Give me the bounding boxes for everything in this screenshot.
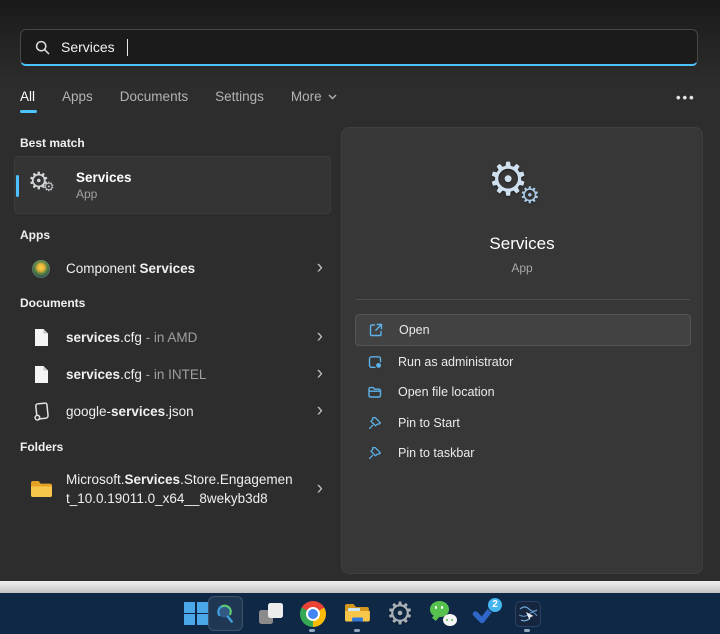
start-button[interactable] [182, 596, 210, 631]
desktop-strip [0, 581, 720, 593]
task-view-icon [259, 603, 283, 625]
section-apps: Apps [20, 228, 50, 242]
tab-settings[interactable]: Settings [215, 89, 264, 104]
selection-accent-bar [16, 175, 19, 197]
preview-pane: ⚙⚙ Services App Open Run as administrato… [341, 127, 703, 574]
best-match-subtitle: App [76, 187, 132, 201]
whiteboard-app-button[interactable] [514, 596, 541, 631]
chevron-right-icon[interactable]: › [317, 327, 323, 348]
tab-documents[interactable]: Documents [120, 89, 188, 104]
chevron-down-icon [328, 94, 337, 100]
running-indicator [309, 629, 315, 632]
open-icon [368, 322, 384, 338]
search-taskbar-icon [214, 602, 238, 626]
action-open-file-location[interactable]: Open file location [355, 377, 691, 407]
pin-icon [367, 445, 383, 461]
action-run-as-administrator[interactable]: Run as administrator [355, 347, 691, 377]
section-folders: Folders [20, 440, 63, 454]
running-indicator [524, 629, 530, 632]
file-explorer-button[interactable] [343, 596, 371, 631]
text-caret [127, 39, 129, 56]
search-query-text: Services [61, 39, 115, 55]
preview-title: Services [342, 234, 702, 254]
services-gears-icon: ⚙⚙ [28, 170, 62, 200]
folder-open-icon [367, 384, 383, 400]
result-services-cfg-amd[interactable]: services.cfg - in AMD › [14, 319, 331, 356]
tab-apps[interactable]: Apps [62, 89, 93, 104]
settings-gear-icon: ⚙ [386, 598, 414, 629]
document-icon [28, 328, 54, 347]
tab-all[interactable]: All [20, 89, 35, 104]
chevron-right-icon[interactable]: › [317, 479, 323, 500]
component-services-icon [28, 260, 54, 278]
taskbar: ⚙ 2 [0, 593, 720, 634]
folder-icon [28, 480, 54, 498]
document-icon [28, 365, 54, 384]
action-open[interactable]: Open [355, 314, 691, 346]
file-explorer-icon [344, 603, 371, 625]
action-pin-to-taskbar[interactable]: Pin to taskbar [355, 438, 691, 468]
divider [356, 299, 690, 300]
wechat-button[interactable] [429, 596, 457, 631]
context-actions: Open Run as administrator Open file loca… [355, 314, 691, 469]
search-taskbar-button[interactable] [208, 596, 243, 631]
result-folder-microsoft-services-store[interactable]: Microsoft.Services.Store.Engagement_10.0… [14, 460, 331, 518]
chevron-right-icon[interactable]: › [317, 364, 323, 385]
task-view-button[interactable] [257, 596, 285, 631]
notification-badge: 2 [487, 597, 503, 613]
tab-more[interactable]: More [291, 89, 337, 104]
json-scroll-icon [28, 401, 54, 422]
chevron-right-icon[interactable]: › [317, 401, 323, 422]
result-google-services-json[interactable]: google-services.json › [14, 393, 331, 430]
result-component-services[interactable]: Component Services › [14, 250, 331, 287]
windows-logo-icon [184, 602, 208, 626]
running-indicator [354, 629, 360, 632]
chevron-right-icon[interactable]: › [317, 258, 323, 279]
chrome-taskbar-button[interactable] [299, 596, 326, 631]
whiteboard-app-icon [515, 601, 541, 627]
search-flyout-window: Services All Apps Documents Settings Mor… [0, 0, 720, 634]
chrome-icon [300, 601, 326, 627]
search-icon [35, 40, 50, 55]
search-filter-tabs: All Apps Documents Settings More [20, 89, 337, 104]
best-match-title: Services [76, 170, 132, 185]
preview-subtitle: App [342, 261, 702, 275]
todo-app-button[interactable]: 2 [471, 596, 501, 631]
active-tab-underline [20, 110, 37, 113]
pin-icon [367, 415, 383, 431]
services-app-icon-large: ⚙⚙ [487, 160, 551, 216]
todo-check-icon: 2 [471, 600, 501, 628]
section-documents: Documents [20, 296, 85, 310]
more-options-icon[interactable]: ••• [676, 90, 696, 105]
settings-button[interactable]: ⚙ [386, 596, 414, 631]
run-as-admin-icon [367, 354, 383, 370]
section-best-match: Best match [20, 136, 85, 150]
wechat-icon [430, 601, 457, 626]
action-pin-to-start[interactable]: Pin to Start [355, 408, 691, 438]
best-match-result-services[interactable]: ⚙⚙ Services App [14, 156, 331, 214]
search-input[interactable]: Services [20, 29, 698, 66]
result-services-cfg-intel[interactable]: services.cfg - in INTEL › [14, 356, 331, 393]
